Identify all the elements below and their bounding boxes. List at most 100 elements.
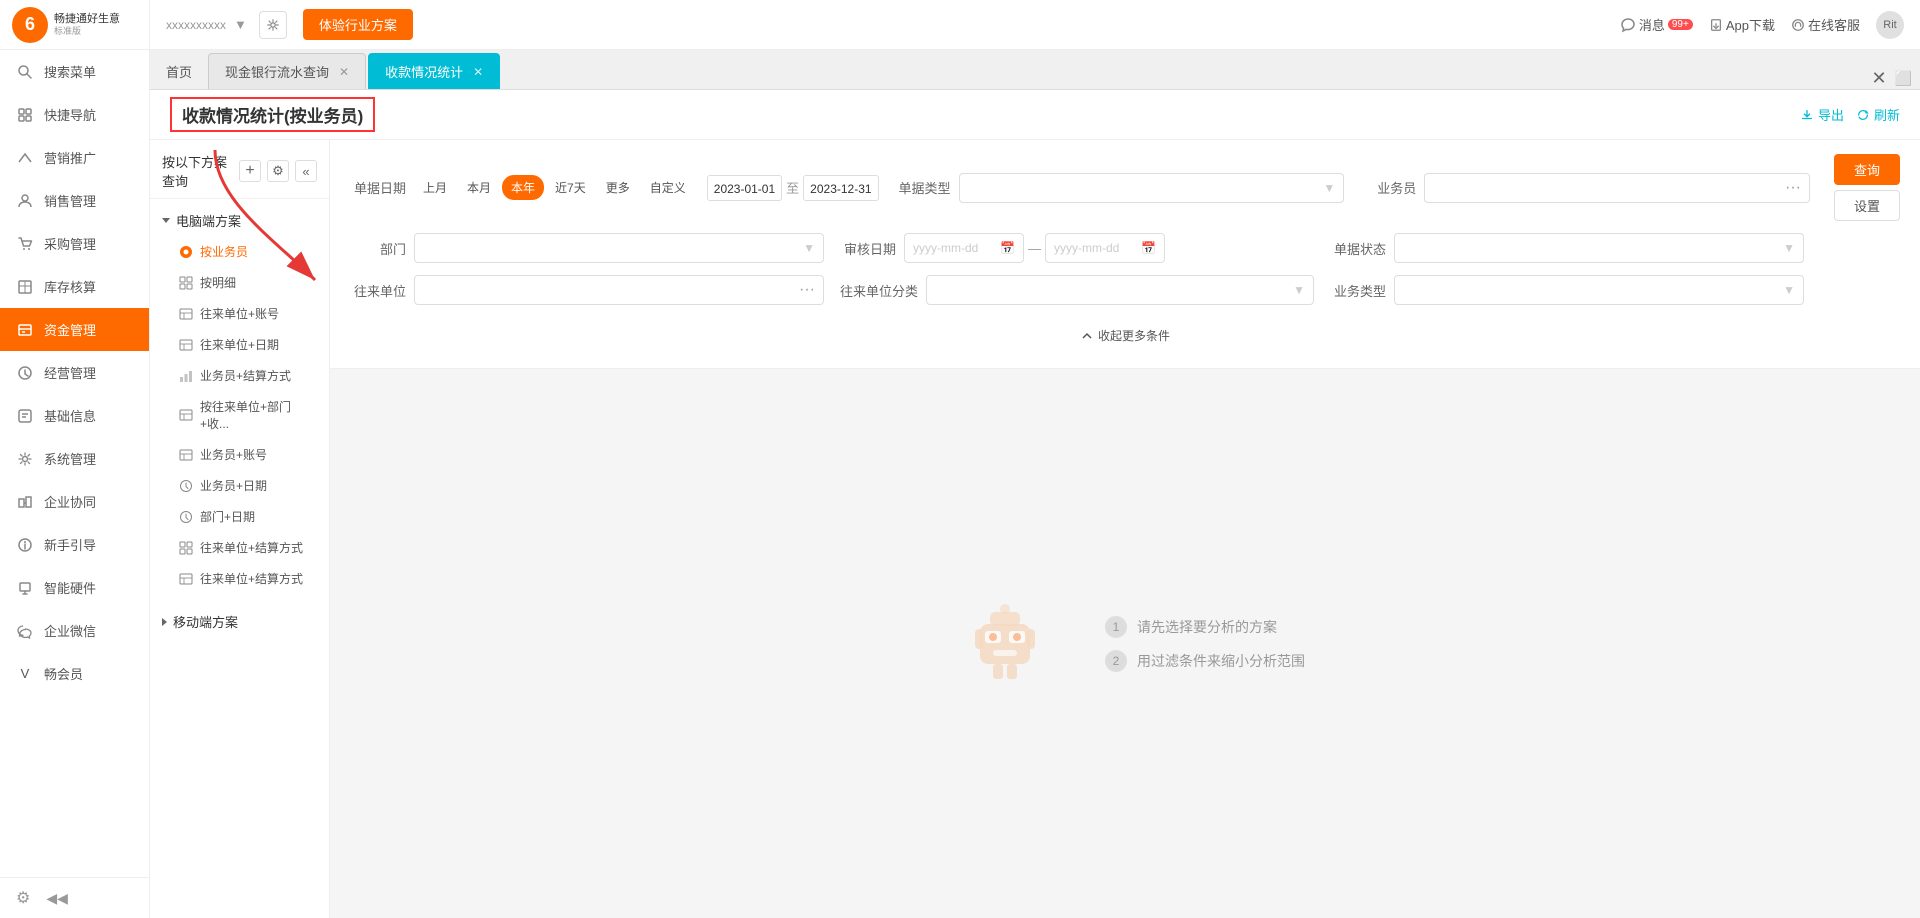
sidebar-label: 营销推广 <box>44 148 96 167</box>
message-btn[interactable]: 消息 99+ <box>1620 15 1693 34</box>
bill-status-select[interactable]: ▼ <box>1394 233 1804 263</box>
collapse-more-row: 收起更多条件 <box>350 317 1900 354</box>
date-tab-more[interactable]: 更多 <box>597 175 639 200</box>
tab-close-1[interactable]: ✕ <box>339 65 349 79</box>
topbar-settings-btn[interactable] <box>259 11 287 39</box>
scheme-icon <box>178 509 194 525</box>
tab-home[interactable]: 首页 <box>150 53 208 89</box>
form-row-3: 往来单位 ··· 往来单位分类 ▼ 业务 <box>350 275 1900 305</box>
user-avatar[interactable]: Rit <box>1876 11 1904 39</box>
topbar-right: 消息 99+ App下载 在线客服 Rit <box>1620 11 1904 39</box>
sidebar-item-purchase[interactable]: 采购管理 <box>0 222 149 265</box>
wechat-icon <box>16 622 34 640</box>
salesman-more-btn[interactable]: ··· <box>1785 179 1801 197</box>
date-tab-this-month[interactable]: 本月 <box>458 175 500 200</box>
sidebar-item-finance[interactable]: 资金管理 <box>0 308 149 351</box>
sidebar-label: 搜索菜单 <box>44 62 96 81</box>
tab-close-2[interactable]: ✕ <box>473 65 483 79</box>
collapse-panel-btn[interactable]: « <box>295 160 317 182</box>
sidebar-item-system[interactable]: 系统管理 <box>0 437 149 480</box>
sidebar-item-inventory[interactable]: 库存核算 <box>0 265 149 308</box>
partner-category-select[interactable]: ▼ <box>926 275 1314 305</box>
scheme-by-detail[interactable]: 按明细 <box>150 267 329 298</box>
sidebar-item-quick-nav[interactable]: 快捷导航 <box>0 93 149 136</box>
sidebar: 6 畅捷通好生意 标准版 搜索菜单 快捷导航 营销推广 销售管理 采购管理 <box>0 0 150 918</box>
review-date-to-input[interactable]: yyyy-mm-dd 📅 <box>1045 233 1165 263</box>
search-form: 单据日期 上月 本月 本年 近7天 更多 自定义 2023-01-01 至 <box>330 140 1920 369</box>
trial-btn[interactable]: 体验行业方案 <box>303 9 413 40</box>
section-expand-icon <box>162 218 170 223</box>
breadcrumb-dropdown-icon[interactable]: ▼ <box>234 17 247 32</box>
sidebar-item-enterprise[interactable]: 企业协同 <box>0 480 149 523</box>
export-btn[interactable]: 导出 <box>1800 105 1844 124</box>
tab-cash-bank[interactable]: 现金银行流水查询 ✕ <box>208 53 366 89</box>
collapse-more-btn[interactable]: 收起更多条件 <box>1080 327 1170 344</box>
mobile-section-header[interactable]: 移动端方案 <box>150 606 329 637</box>
app-download-btn[interactable]: App下载 <box>1709 15 1775 34</box>
query-btn[interactable]: 查询 <box>1834 154 1900 185</box>
partner-more-btn[interactable]: ··· <box>799 281 815 299</box>
review-date-from-input[interactable]: yyyy-mm-dd 📅 <box>904 233 1024 263</box>
refresh-btn[interactable]: 刷新 <box>1856 105 1900 124</box>
add-scheme-btn[interactable]: + <box>239 160 261 182</box>
scheme-salesman-account[interactable]: 业务员+账号 <box>150 439 329 470</box>
inventory-icon <box>16 278 34 296</box>
scheme-unit-date[interactable]: 往来单位+日期 <box>150 329 329 360</box>
close-window-btn[interactable]: ✕ <box>1871 68 1886 89</box>
date-tab-7days[interactable]: 近7天 <box>546 175 595 200</box>
partner-select[interactable]: ··· <box>414 275 824 305</box>
logo-area: 6 畅捷通好生意 标准版 <box>0 0 149 50</box>
partner-category-field: 往来单位分类 ▼ <box>840 275 1314 305</box>
sidebar-item-guide[interactable]: 新手引导 <box>0 523 149 566</box>
sidebar-item-basic[interactable]: 基础信息 <box>0 394 149 437</box>
scheme-icon <box>178 306 194 322</box>
date-tab-custom[interactable]: 自定义 <box>641 175 695 200</box>
scheme-icon <box>178 368 194 384</box>
scheme-unit-settlement2[interactable]: 往来单位+结算方式 <box>150 563 329 594</box>
service-btn[interactable]: 在线客服 <box>1791 15 1860 34</box>
scheme-by-salesman[interactable]: 按业务员 <box>150 236 329 267</box>
bill-status-arrow: ▼ <box>1783 241 1795 255</box>
collapse-sidebar-icon[interactable]: ◀◀ <box>46 890 68 907</box>
tab-receivable-stats[interactable]: 收款情况统计 ✕ <box>368 53 500 89</box>
mobile-section: 移动端方案 <box>150 600 329 643</box>
guide-icon <box>16 536 34 554</box>
scheme-dept-date[interactable]: 部门+日期 <box>150 501 329 532</box>
desktop-section-header[interactable]: 电脑端方案 <box>150 205 329 236</box>
tip-1: 1 请先选择要分析的方案 <box>1105 616 1305 638</box>
sidebar-item-member[interactable]: V 畅会员 <box>0 652 149 695</box>
maximize-btn[interactable]: ⬜ <box>1895 70 1912 87</box>
sidebar-item-hardware[interactable]: 智能硬件 <box>0 566 149 609</box>
basic-icon <box>16 407 34 425</box>
sidebar-label: 采购管理 <box>44 234 96 253</box>
content-area: 按以下方案查询 + ⚙ « 电脑端方案 按业务员 <box>150 140 1920 918</box>
scheme-active-icon <box>178 244 194 260</box>
scheme-icon <box>178 571 194 587</box>
page-title: 收款情况统计(按业务员) <box>170 97 375 132</box>
settings-bottom-icon[interactable]: ⚙ <box>16 888 30 908</box>
sidebar-item-marketing[interactable]: 营销推广 <box>0 136 149 179</box>
scheme-unit-dept-collect[interactable]: 按往来单位+部门+收... <box>150 391 329 439</box>
scheme-salesman-settlement[interactable]: 业务员+结算方式 <box>150 360 329 391</box>
settings-btn[interactable]: 设置 <box>1834 190 1900 221</box>
scheme-unit-account[interactable]: 往来单位+账号 <box>150 298 329 329</box>
partner-category-label: 往来单位分类 <box>840 281 918 300</box>
sidebar-item-sales[interactable]: 销售管理 <box>0 179 149 222</box>
dept-select[interactable]: ▼ <box>414 233 824 263</box>
salesman-select[interactable]: ··· <box>1424 173 1810 203</box>
scheme-icon <box>178 447 194 463</box>
sidebar-item-business[interactable]: 经营管理 <box>0 351 149 394</box>
left-panel-header: 按以下方案查询 + ⚙ « <box>150 140 329 199</box>
topbar-left: xxxxxxxxxx ▼ 体验行业方案 <box>166 9 413 40</box>
scheme-settings-btn[interactable]: ⚙ <box>267 160 289 182</box>
bill-type-select[interactable]: ▼ <box>959 173 1345 203</box>
scheme-unit-settlement1[interactable]: 往来单位+结算方式 <box>150 532 329 563</box>
tip-2: 2 用过滤条件来缩小分析范围 <box>1105 650 1305 672</box>
scheme-label: 往来单位+结算方式 <box>200 539 303 556</box>
scheme-salesman-date[interactable]: 业务员+日期 <box>150 470 329 501</box>
sidebar-item-wechat[interactable]: 企业微信 <box>0 609 149 652</box>
date-tab-this-year[interactable]: 本年 <box>502 175 544 200</box>
business-type-select[interactable]: ▼ <box>1394 275 1804 305</box>
date-tab-last-month[interactable]: 上月 <box>414 175 456 200</box>
sidebar-item-search-menu[interactable]: 搜索菜单 <box>0 50 149 93</box>
